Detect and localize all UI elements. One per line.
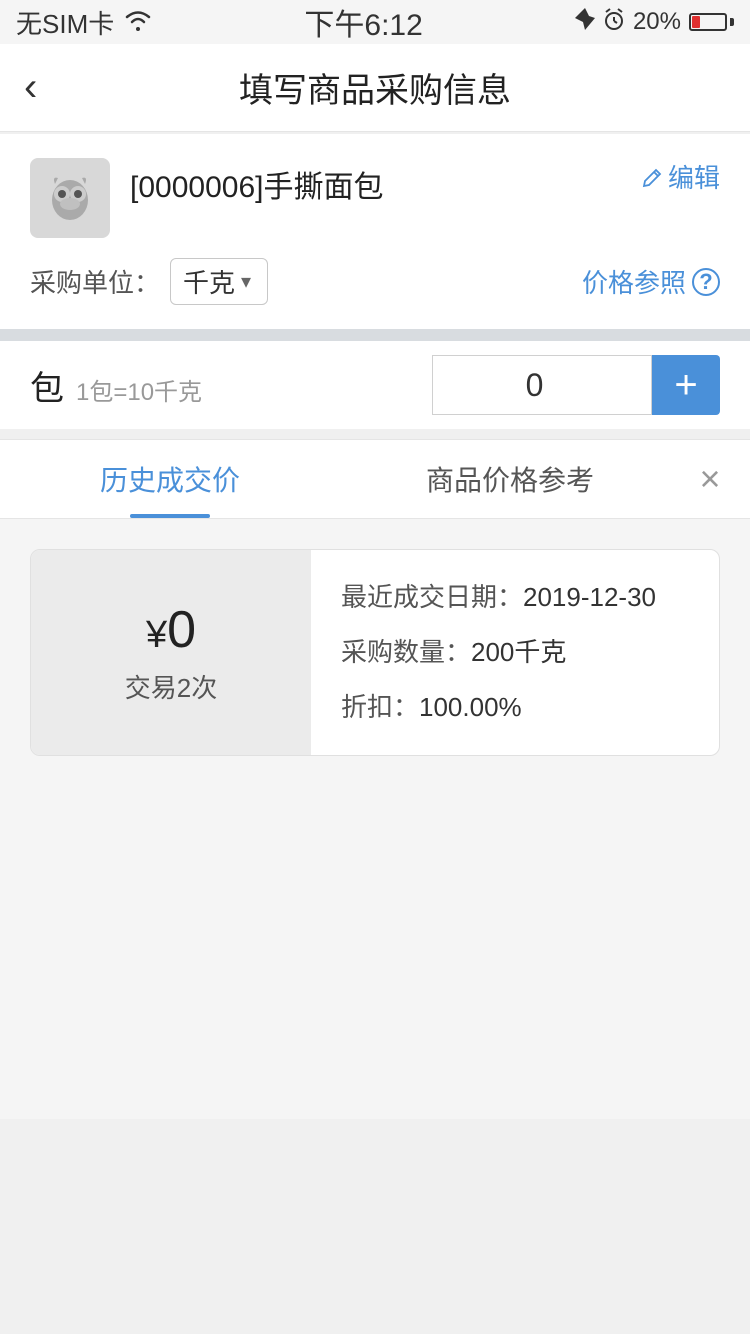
quantity-input-group: + [432, 355, 720, 415]
discount-label: 折扣： [341, 692, 419, 722]
battery-icon [689, 13, 734, 31]
package-convert-desc: 1包=10千克 [76, 372, 202, 407]
recent-date-row: 最近成交日期：2019-12-30 [341, 578, 689, 617]
tab-history-price[interactable]: 历史成交价 [0, 440, 340, 518]
quantity-label: 包 1包=10千克 [30, 361, 202, 410]
tab-active-indicator [130, 514, 210, 518]
price-ref-label: 价格参照 [582, 263, 686, 300]
product-owl-icon [40, 168, 100, 228]
tab-product-price-ref-label: 商品价格参考 [426, 459, 594, 499]
package-unit: 包 [30, 361, 64, 410]
alarm-icon [603, 8, 625, 37]
close-icon: × [699, 458, 720, 500]
section-divider [0, 329, 750, 341]
page-header: ‹ 填写商品采购信息 [0, 44, 750, 132]
price-card: ¥0 交易2次 最近成交日期：2019-12-30 采购数量：200千克 折扣：… [30, 549, 720, 756]
recent-date-label: 最近成交日期： [341, 582, 523, 612]
product-name: [0000006]手撕面包 [130, 158, 383, 206]
purchase-qty-value: 200千克 [471, 637, 566, 667]
quantity-row: 包 1包=10千克 + [0, 341, 750, 429]
discount-row: 折扣：100.00% [341, 688, 689, 727]
price-card-left: ¥0 交易2次 [31, 550, 311, 755]
price-value: 0 [167, 601, 196, 659]
price-ref-help-icon: ? [692, 268, 720, 296]
edit-button[interactable]: 编辑 [642, 158, 720, 195]
unit-left: 采购单位： 千克 ▾ [30, 258, 268, 305]
status-time: 下午6:12 [304, 0, 422, 44]
carrier-text: 无SIM卡 [16, 4, 114, 41]
edit-label: 编辑 [668, 158, 720, 195]
recent-date-value: 2019-12-30 [523, 582, 656, 612]
product-card: [0000006]手撕面包 编辑 采购单位： 千克 ▾ 价格参照 ? [0, 134, 750, 329]
tab-close-button[interactable]: × [680, 449, 740, 509]
discount-value: 100.00% [419, 692, 522, 722]
status-bar: 无SIM卡 下午6:12 20% [0, 0, 750, 44]
page-title: 填写商品采购信息 [239, 63, 511, 112]
product-unit-row: 采购单位： 千克 ▾ 价格参照 ? [30, 258, 720, 305]
quantity-input[interactable] [432, 355, 652, 415]
tab-history-price-label: 历史成交价 [100, 459, 240, 499]
trade-times: 交易2次 [125, 668, 217, 705]
tab-bar: 历史成交价 商品价格参考 × [0, 439, 750, 519]
price-card-right: 最近成交日期：2019-12-30 采购数量：200千克 折扣：100.00% [311, 550, 719, 755]
price-reference-button[interactable]: 价格参照 ? [582, 263, 720, 300]
purchase-qty-row: 采购数量：200千克 [341, 633, 689, 672]
quantity-plus-button[interactable]: + [652, 355, 720, 415]
battery-percent: 20% [633, 8, 681, 36]
product-thumbnail [30, 158, 110, 238]
price-info-area: ¥0 交易2次 最近成交日期：2019-12-30 采购数量：200千克 折扣：… [0, 519, 750, 786]
status-left: 无SIM卡 [16, 4, 152, 41]
unit-label: 采购单位： [30, 263, 160, 300]
tab-product-price-ref[interactable]: 商品价格参考 [340, 440, 680, 518]
currency-symbol: ¥ [146, 614, 167, 656]
product-info-left: [0000006]手撕面包 [30, 158, 383, 238]
main-content: ¥0 交易2次 最近成交日期：2019-12-30 采购数量：200千克 折扣：… [0, 519, 750, 1119]
purchase-qty-label: 采购数量： [341, 637, 471, 667]
unit-value: 千克 [183, 263, 235, 300]
dropdown-arrow-icon: ▾ [241, 269, 251, 294]
edit-icon [642, 166, 664, 188]
product-top-row: [0000006]手撕面包 编辑 [30, 158, 720, 238]
status-right: 20% [575, 8, 734, 37]
unit-select-dropdown[interactable]: 千克 ▾ [170, 258, 268, 305]
back-button[interactable]: ‹ [24, 65, 37, 110]
wifi-icon [124, 7, 152, 38]
gps-icon [575, 8, 595, 37]
price-amount: ¥0 [146, 600, 196, 660]
